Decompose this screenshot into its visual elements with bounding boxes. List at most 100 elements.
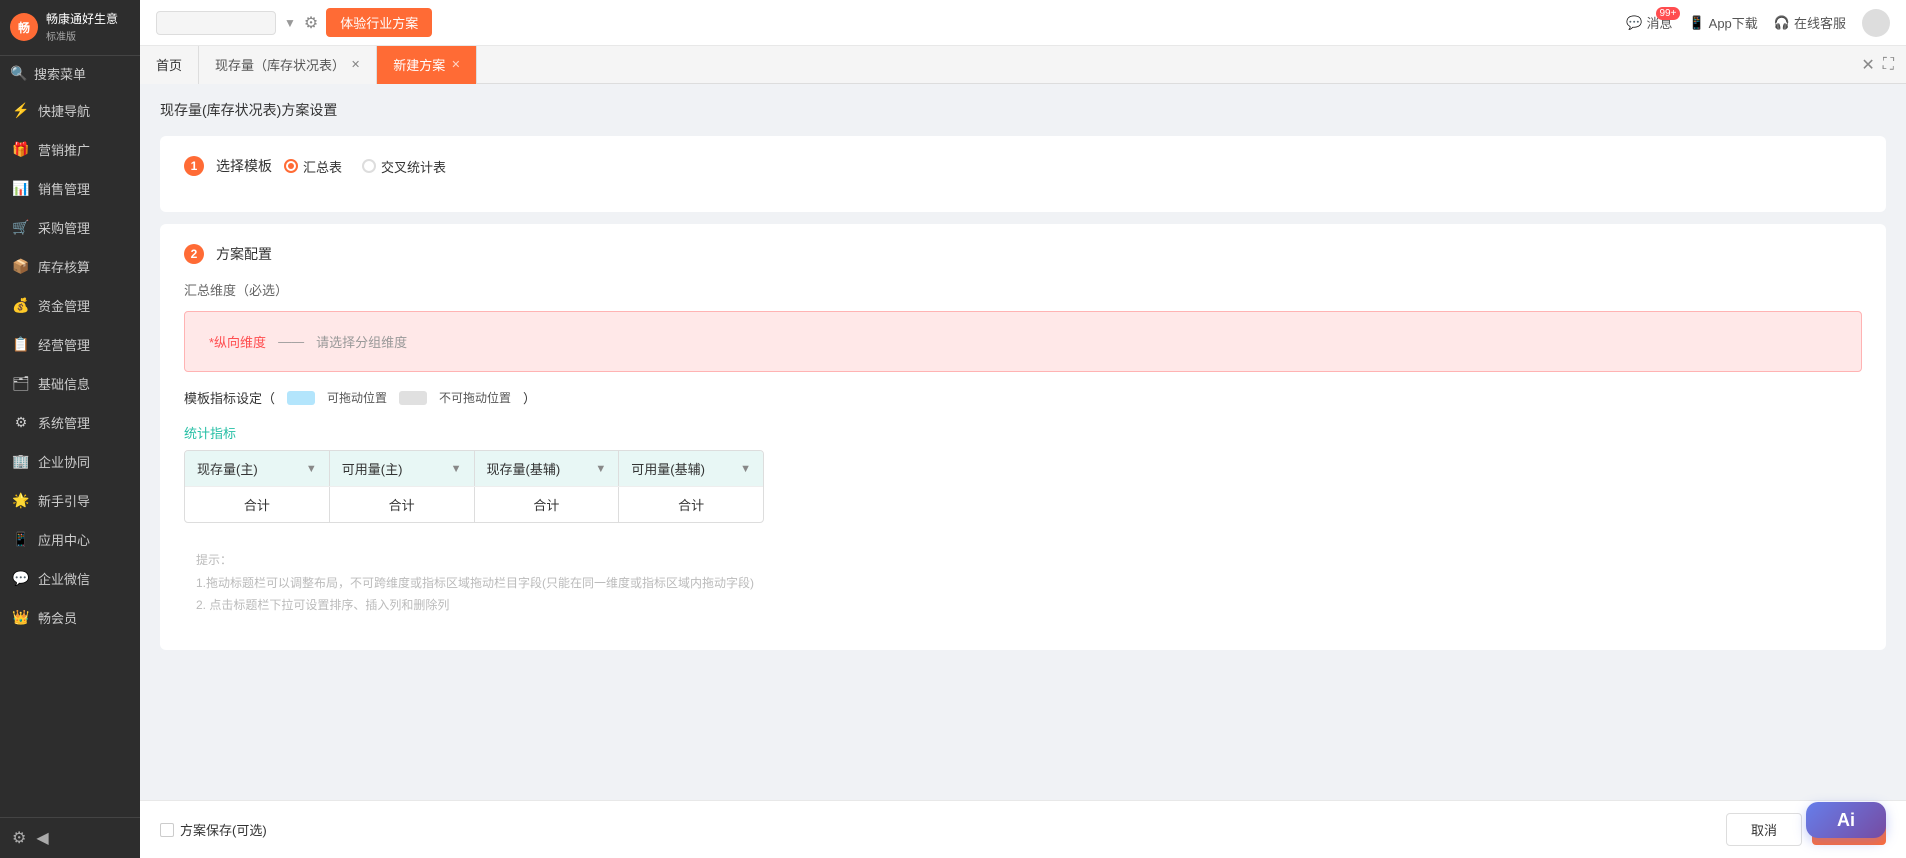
sidebar-item-finance[interactable]: 💰 资金管理: [0, 286, 140, 325]
sidebar-item-search[interactable]: 🔍 搜索菜单: [0, 56, 140, 91]
stats-cell-0: 合计: [185, 487, 330, 522]
template-indicator-label: 模板指标设定（: [184, 388, 275, 407]
sidebar-item-app-center-label: 应用中心: [38, 530, 90, 549]
sidebar-item-quick-nav[interactable]: ⚡ 快捷导航: [0, 91, 140, 130]
stats-col-1[interactable]: 可用量(主) ▼: [330, 451, 475, 486]
ai-fab-button[interactable]: Ai: [1806, 802, 1886, 838]
message-btn[interactable]: 💬 消息 99+: [1626, 13, 1672, 32]
main-area: ▼ ⚙ 体验行业方案 💬 消息 99+ 📱 App下载 🎧 在线客服 首页: [140, 0, 1906, 858]
stats-col-0[interactable]: 现存量(主) ▼: [185, 451, 330, 486]
stats-cell-2: 合计: [475, 487, 620, 522]
close-panel-btn[interactable]: ✕: [1861, 55, 1874, 75]
content-area: 现存量(库存状况表)方案设置 1 选择模板 汇总表 交叉统计表: [140, 84, 1906, 800]
sales-icon: 📊: [12, 179, 30, 197]
stats-col-3[interactable]: 可用量(基辅) ▼: [619, 451, 763, 486]
sidebar-item-wechat[interactable]: 💬 企业微信: [0, 559, 140, 598]
tab-inventory[interactable]: 现存量（库存状况表） ✕: [199, 46, 377, 84]
sidebar-item-system-label: 系统管理: [38, 413, 90, 432]
sidebar-item-member[interactable]: 👑 畅会员: [0, 598, 140, 637]
sidebar-item-marketing-label: 营销推广: [38, 140, 90, 159]
tab-new-scheme-label: 新建方案: [393, 55, 445, 74]
tab-home-label: 首页: [156, 55, 182, 74]
topbar: ▼ ⚙ 体验行业方案 💬 消息 99+ 📱 App下载 🎧 在线客服: [140, 0, 1906, 46]
collapse-icon[interactable]: ◀: [36, 828, 48, 848]
topbar-right: 💬 消息 99+ 📱 App下载 🎧 在线客服: [1626, 9, 1890, 37]
step2-num: 2: [184, 244, 204, 264]
expand-panel-btn[interactable]: ⛶: [1883, 56, 1894, 74]
stats-col-0-label: 现存量(主): [197, 459, 258, 478]
cancel-button[interactable]: 取消: [1726, 813, 1802, 846]
operations-icon: 📋: [12, 335, 30, 353]
message-icon: 💬: [1626, 15, 1642, 31]
member-icon: 👑: [12, 608, 30, 626]
radio-summary-circle: [284, 159, 298, 173]
dimension-box: *纵向维度 —— 请选择分组维度: [184, 311, 1862, 372]
sidebar-item-newcomer[interactable]: 🌟 新手引导: [0, 481, 140, 520]
tab-home[interactable]: 首页: [140, 46, 199, 84]
logo-icon: 畅: [10, 13, 38, 41]
sidebar-item-purchase-label: 采购管理: [38, 218, 90, 237]
stats-col-3-label: 可用量(基辅): [631, 459, 705, 478]
sidebar-item-member-label: 畅会员: [38, 608, 77, 627]
stats-col-0-chevron: ▼: [306, 463, 317, 475]
sidebar-item-enterprise[interactable]: 🏢 企业协同: [0, 442, 140, 481]
purchase-icon: 🛒: [12, 218, 30, 236]
topbar-search-input[interactable]: [156, 11, 276, 35]
radio-cross[interactable]: 交叉统计表: [362, 157, 446, 176]
step1-row: 1 选择模板 汇总表 交叉统计表: [184, 156, 1862, 176]
stats-col-2[interactable]: 现存量(基辅) ▼: [475, 451, 620, 486]
radio-group: 汇总表 交叉统计表: [284, 157, 446, 176]
save-checkbox[interactable]: 方案保存(可选): [160, 820, 267, 839]
sidebar-item-inventory-label: 库存核算: [38, 257, 90, 276]
app-download-btn[interactable]: 📱 App下载: [1688, 13, 1757, 32]
sidebar-footer: ⚙ ◀: [0, 817, 140, 858]
fixed-indicator: [399, 391, 427, 405]
sidebar-logo: 畅 畅康通好生意 标准版: [0, 0, 140, 56]
template-row: 模板指标设定（ 可拖动位置 不可拖动位置 ）: [184, 388, 1862, 407]
topbar-gear-icon[interactable]: ⚙: [304, 13, 318, 33]
app-download-icon: 📱: [1688, 15, 1704, 31]
marketing-icon: 🎁: [12, 140, 30, 158]
stats-body-row: 合计 合计 合计 合计: [185, 486, 763, 522]
sidebar-item-quick-nav-label: 快捷导航: [38, 101, 90, 120]
topbar-dropdown-icon[interactable]: ▼: [284, 16, 296, 30]
sidebar-item-sales[interactable]: 📊 销售管理: [0, 169, 140, 208]
industry-btn[interactable]: 体验行业方案: [326, 8, 432, 37]
stats-cell-1: 合计: [330, 487, 475, 522]
stats-col-2-label: 现存量(基辅): [487, 459, 561, 478]
dimension-dash: ——: [278, 334, 304, 349]
tip-item-1: 2. 点击标题栏下拉可设置排序、插入列和删除列: [196, 596, 1850, 614]
step2-card: 2 方案配置 汇总维度（必选） *纵向维度 —— 请选择分组维度 模板指标设定（…: [160, 224, 1886, 650]
tab-inventory-close[interactable]: ✕: [351, 58, 360, 71]
radio-summary[interactable]: 汇总表: [284, 157, 342, 176]
sidebar-item-purchase[interactable]: 🛒 采购管理: [0, 208, 140, 247]
sidebar-item-enterprise-label: 企业协同: [38, 452, 90, 471]
tab-new-scheme[interactable]: 新建方案 ✕: [377, 46, 477, 84]
sidebar-item-wechat-label: 企业微信: [38, 569, 90, 588]
radio-summary-label: 汇总表: [303, 157, 342, 176]
sidebar-item-operations[interactable]: 📋 经营管理: [0, 325, 140, 364]
page-title: 现存量(库存状况表)方案设置: [160, 100, 1886, 120]
sidebar-item-system[interactable]: ⚙ 系统管理: [0, 403, 140, 442]
online-service-btn[interactable]: 🎧 在线客服: [1774, 13, 1846, 32]
wechat-icon: 💬: [12, 569, 30, 587]
radio-cross-label: 交叉统计表: [381, 157, 446, 176]
topbar-left: ▼ ⚙ 体验行业方案: [156, 8, 1616, 37]
sidebar-item-basic-info[interactable]: 🗂 基础信息: [0, 364, 140, 403]
stats-table: 现存量(主) ▼ 可用量(主) ▼ 现存量(基辅) ▼ 可用量(基辅) ▼: [184, 450, 764, 523]
sidebar-nav: 🔍 搜索菜单 ⚡ 快捷导航 🎁 营销推广 📊 销售管理 🛒 采购管理 📦 库存核…: [0, 56, 140, 817]
enterprise-icon: 🏢: [12, 452, 30, 470]
user-avatar[interactable]: [1862, 9, 1890, 37]
stats-cell-3: 合计: [619, 487, 763, 522]
sidebar: 畅 畅康通好生意 标准版 🔍 搜索菜单 ⚡ 快捷导航 🎁 营销推广 📊 销售管理…: [0, 0, 140, 858]
basic-info-icon: 🗂: [12, 374, 30, 392]
tab-new-scheme-close[interactable]: ✕: [451, 58, 460, 71]
message-badge: 99+: [1656, 7, 1681, 20]
template-end: ）: [523, 388, 536, 407]
save-checkbox-box[interactable]: [160, 823, 174, 837]
sidebar-item-app-center[interactable]: 📱 应用中心: [0, 520, 140, 559]
sidebar-item-marketing[interactable]: 🎁 营销推广: [0, 130, 140, 169]
stats-header: 现存量(主) ▼ 可用量(主) ▼ 现存量(基辅) ▼ 可用量(基辅) ▼: [185, 451, 763, 486]
sidebar-item-inventory[interactable]: 📦 库存核算: [0, 247, 140, 286]
settings-icon[interactable]: ⚙: [12, 828, 26, 848]
